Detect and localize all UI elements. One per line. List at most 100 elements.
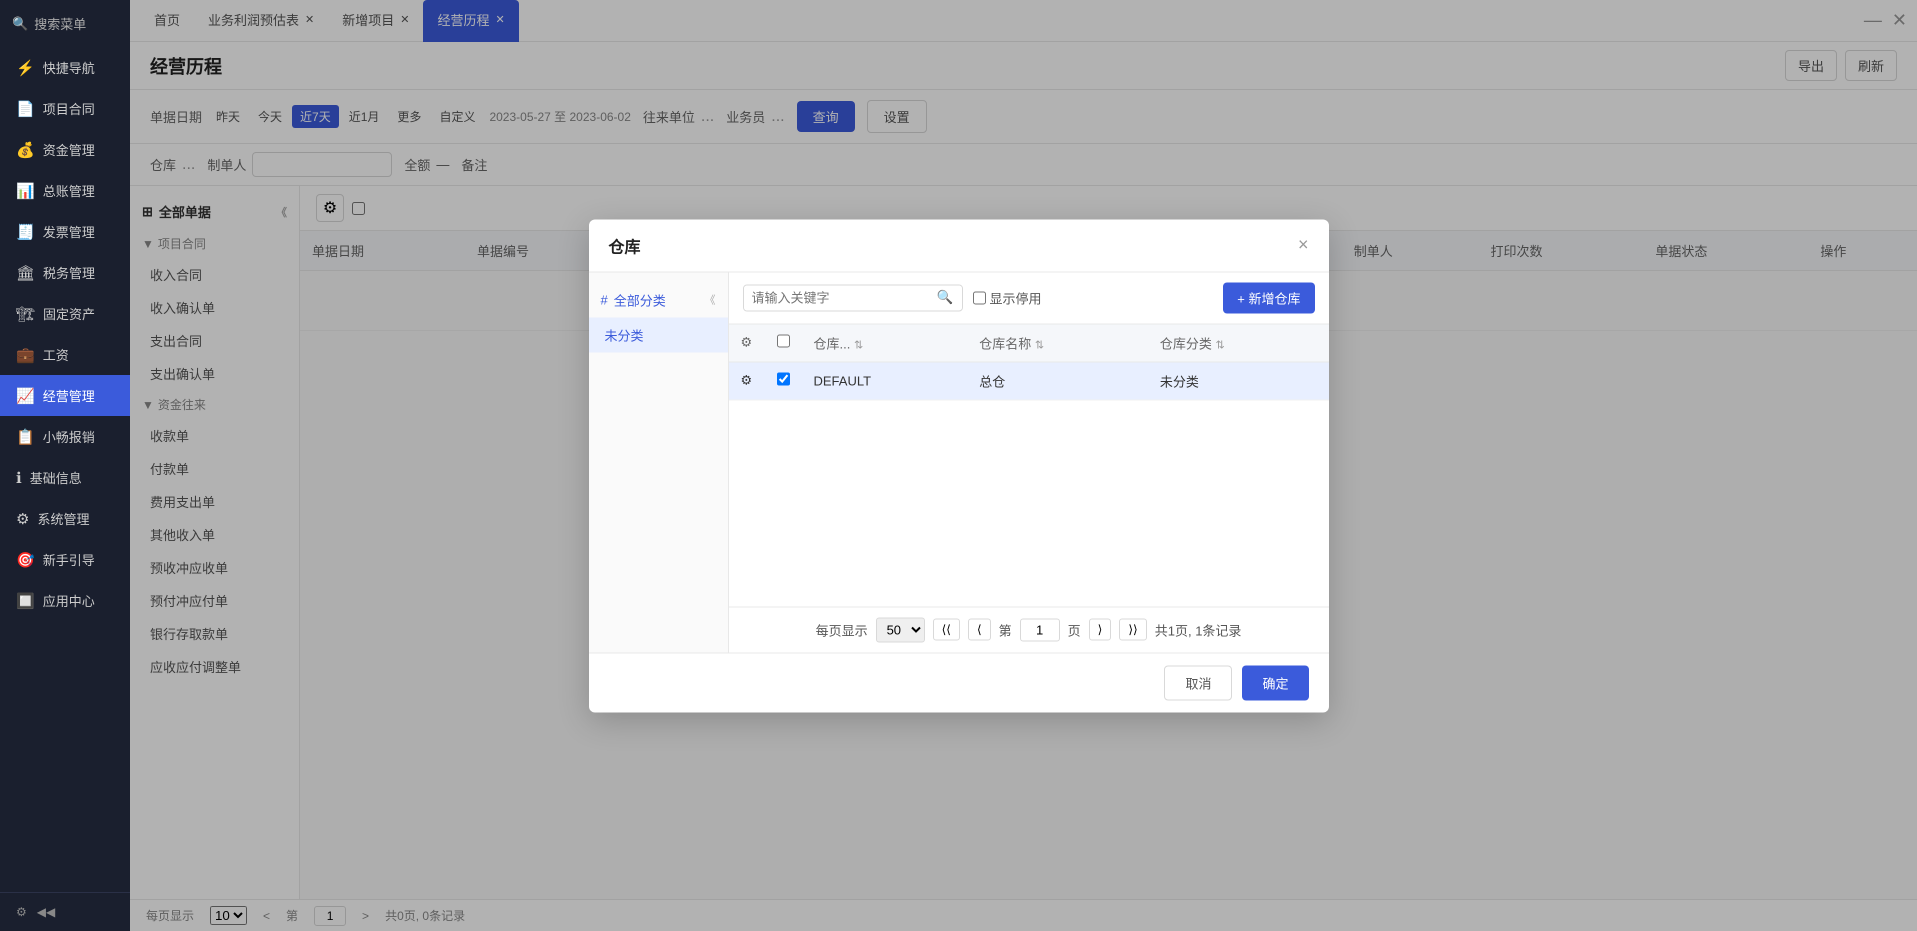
- sidebar-label-shortcuts: 快捷导航: [43, 58, 95, 77]
- sidebar-item-basic-info[interactable]: ℹ 基础信息: [0, 457, 130, 498]
- modal-table-row[interactable]: ⚙ DEFAULT 总仓 未分类: [729, 362, 1329, 400]
- modal-toolbar: 🔍 显示停用 + 新增仓库: [729, 272, 1329, 324]
- modal-table: ⚙ 仓库... ⇅ 仓库名称 ⇅ 仓库分类: [729, 324, 1329, 400]
- col-category: 仓库分类 ⇅: [1148, 324, 1329, 362]
- modal-sidebar: # 全部分类 《 未分类: [589, 272, 729, 652]
- sidebar-item-fixed-assets[interactable]: 🏗 固定资产: [0, 293, 130, 334]
- modal-sidebar-uncategorized[interactable]: 未分类: [589, 317, 728, 352]
- modal-select-all[interactable]: [777, 335, 790, 348]
- sidebar-icon-tax-management: 🏛: [16, 264, 35, 282]
- sidebar-icon-operations-management: 📈: [16, 387, 35, 405]
- modal-sidebar-expand[interactable]: 《: [705, 292, 716, 308]
- sidebar-items: ⚡ 快捷导航 📄 项目合同 💰 资金管理 📊 总账管理 🧾 发票管理 🏛 税务管理 🏗 固定资产 💼 工资 📈 经…: [0, 47, 130, 621]
- col-checkbox: [765, 324, 802, 362]
- pagination-first-button[interactable]: ⟨⟨: [933, 619, 960, 641]
- sidebar-bottom: ⚙ ◀◀: [0, 892, 130, 931]
- sidebar-item-operations-management[interactable]: 📈 经营管理: [0, 375, 130, 416]
- col-settings: ⚙: [729, 324, 765, 362]
- sidebar-label-invoice-management: 发票管理: [43, 222, 95, 241]
- pagination-page-label: 第: [999, 620, 1012, 639]
- sidebar-icon-basic-info: ℹ: [16, 469, 22, 487]
- sidebar-label-operations-management: 经营管理: [43, 386, 95, 405]
- sidebar-label-fixed-assets: 固定资产: [43, 304, 95, 323]
- modal-sidebar-all[interactable]: # 全部分类 《: [589, 282, 728, 317]
- sidebar-label-basic-info: 基础信息: [30, 468, 82, 487]
- modal-close-button[interactable]: ×: [1298, 235, 1309, 256]
- sidebar-item-app-center[interactable]: 🔲 应用中心: [0, 580, 130, 621]
- col-code-sort[interactable]: ⇅: [854, 339, 863, 351]
- sidebar-icon-smooth-reporting: 📋: [16, 428, 35, 446]
- search-icon: 🔍: [12, 16, 28, 32]
- pagination-prev-button[interactable]: ⟨: [968, 619, 991, 641]
- search-icon-button[interactable]: 🔍: [929, 286, 962, 310]
- sidebar-item-smooth-reporting[interactable]: 📋 小畅报销: [0, 416, 130, 457]
- sidebar-item-tax-management[interactable]: 🏛 税务管理: [0, 252, 130, 293]
- modal-title: 仓库: [609, 233, 641, 257]
- sidebar-label-system-management: 系统管理: [37, 509, 89, 528]
- sidebar-item-project-contract[interactable]: 📄 项目合同: [0, 88, 130, 129]
- sidebar-icon-system-management: ⚙: [16, 510, 29, 528]
- sidebar-label-fund-management: 资金管理: [43, 140, 95, 159]
- sidebar-icon-new-user-guide: 🎯: [16, 551, 35, 569]
- sidebar-icon-fixed-assets: 🏗: [16, 305, 35, 323]
- pagination-total: 共1页, 1条记录: [1155, 620, 1242, 639]
- sidebar-item-salary[interactable]: 💼 工资: [0, 334, 130, 375]
- sidebar-item-invoice-management[interactable]: 🧾 发票管理: [0, 211, 130, 252]
- add-warehouse-button[interactable]: + 新增仓库: [1223, 282, 1314, 313]
- show-disabled-label[interactable]: 显示停用: [973, 288, 1042, 307]
- sidebar-icon-shortcuts: ⚡: [16, 59, 35, 77]
- sidebar-icon-general-ledger: 📊: [16, 182, 35, 200]
- sidebar-item-general-ledger[interactable]: 📊 总账管理: [0, 170, 130, 211]
- row-category: 未分类: [1148, 362, 1329, 400]
- row-settings: ⚙: [729, 362, 765, 400]
- pagination-next-button[interactable]: ⟩: [1089, 619, 1112, 641]
- sidebar-icon-fund-management: 💰: [16, 141, 35, 159]
- modal-sidebar-scroll: 未分类: [589, 317, 728, 642]
- sidebar-icon-app-center: 🔲: [16, 592, 35, 610]
- sidebar-label-general-ledger: 总账管理: [43, 181, 95, 200]
- sidebar-item-new-user-guide[interactable]: 🎯 新手引导: [0, 539, 130, 580]
- hash-icon: #: [601, 292, 608, 307]
- row-code: DEFAULT: [802, 362, 968, 400]
- sidebar-search[interactable]: 🔍 搜索菜单: [0, 0, 130, 47]
- pagination-per-page-select[interactable]: 502010: [876, 617, 925, 642]
- sidebar-label-salary: 工资: [43, 345, 69, 364]
- confirm-button[interactable]: 确定: [1242, 665, 1308, 700]
- search-input-wrap: 🔍: [743, 284, 963, 311]
- volume-icon[interactable]: ◀◀: [37, 905, 55, 919]
- sidebar-item-shortcuts[interactable]: ⚡ 快捷导航: [0, 47, 130, 88]
- show-disabled-checkbox[interactable]: [973, 291, 986, 304]
- modal-table-header: ⚙ 仓库... ⇅ 仓库名称 ⇅ 仓库分类: [729, 324, 1329, 362]
- sidebar-label-smooth-reporting: 小畅报销: [43, 427, 95, 446]
- row-checkbox: [765, 362, 802, 400]
- col-name-sort[interactable]: ⇅: [1035, 339, 1044, 351]
- settings-icon[interactable]: ⚙: [16, 905, 27, 919]
- modal-pagination: 每页显示 502010 ⟨⟨ ⟨ 第 页 ⟩ ⟩⟩ 共1页, 1条记录: [729, 606, 1329, 652]
- sidebar-label-tax-management: 税务管理: [43, 263, 95, 282]
- modal-actions: 取消 确定: [589, 652, 1329, 712]
- sidebar: 🔍 搜索菜单 ⚡ 快捷导航 📄 项目合同 💰 资金管理 📊 总账管理 🧾 发票管理 🏛 税务管理 🏗 固定…: [0, 0, 130, 931]
- warehouse-search-input[interactable]: [744, 285, 929, 310]
- sidebar-item-system-management[interactable]: ⚙ 系统管理: [0, 498, 130, 539]
- sidebar-icon-project-contract: 📄: [16, 100, 35, 118]
- cancel-button[interactable]: 取消: [1164, 665, 1232, 700]
- col-code: 仓库... ⇅: [802, 324, 968, 362]
- pagination-page-input[interactable]: [1020, 618, 1060, 641]
- modal-body: # 全部分类 《 未分类 🔍 显示停用 + 新增仓库: [589, 272, 1329, 652]
- col-category-sort[interactable]: ⇅: [1216, 339, 1225, 351]
- sidebar-label-app-center: 应用中心: [43, 591, 95, 610]
- row-select[interactable]: [777, 373, 790, 386]
- pagination-last-button[interactable]: ⟩⟩: [1119, 619, 1146, 641]
- sidebar-item-fund-management[interactable]: 💰 资金管理: [0, 129, 130, 170]
- pagination-per-page-label: 每页显示: [816, 620, 868, 639]
- sidebar-icon-invoice-management: 🧾: [16, 223, 35, 241]
- warehouse-modal: 仓库 × # 全部分类 《 未分类 🔍 显示停用: [589, 219, 1329, 712]
- modal-table-body: ⚙ DEFAULT 总仓 未分类: [729, 362, 1329, 400]
- sidebar-icon-salary: 💼: [16, 346, 35, 364]
- modal-table-wrap: ⚙ 仓库... ⇅ 仓库名称 ⇅ 仓库分类: [729, 324, 1329, 606]
- sidebar-label-project-contract: 项目合同: [43, 99, 95, 118]
- pagination-page-suffix: 页: [1068, 620, 1081, 639]
- sidebar-label-new-user-guide: 新手引导: [43, 550, 95, 569]
- modal-header: 仓库 ×: [589, 219, 1329, 272]
- col-name: 仓库名称 ⇅: [967, 324, 1148, 362]
